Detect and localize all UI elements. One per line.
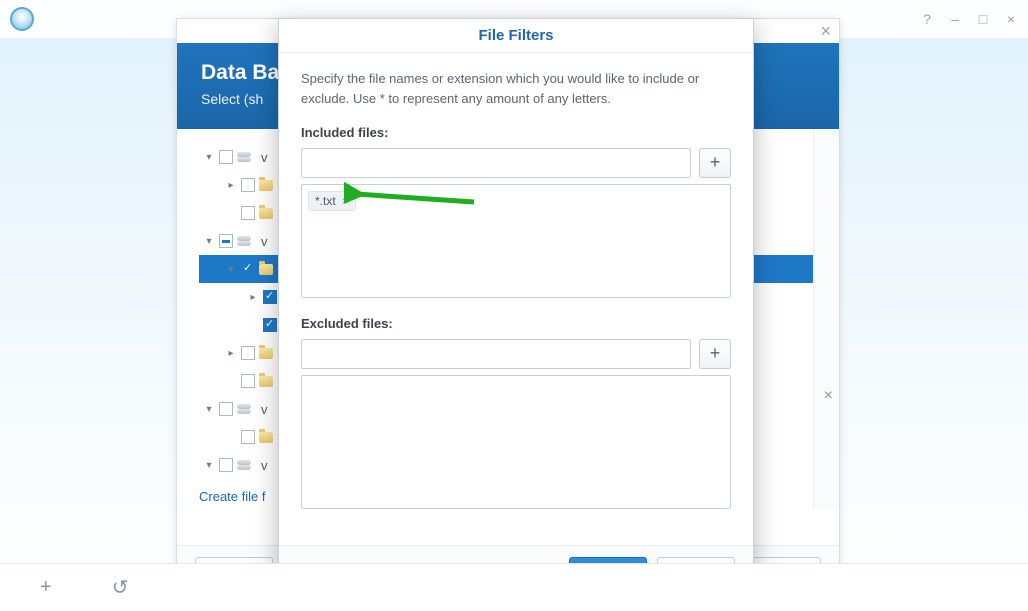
volume-icon [237, 459, 253, 471]
dialog-title: File Filters [279, 19, 753, 53]
checkbox[interactable] [241, 374, 255, 388]
filter-tag-label: *.txt [315, 194, 336, 208]
expand-icon[interactable]: ▾ [203, 404, 215, 415]
excluded-tags-box[interactable] [301, 375, 731, 509]
desktop: ? – □ × × Data Ba Select (sh ▾v▸pw▾v▾F▸▸… [0, 0, 1028, 611]
scrollbar[interactable] [813, 129, 839, 509]
minimize-icon[interactable]: – [948, 12, 962, 26]
expand-icon[interactable]: ▾ [203, 152, 215, 163]
tree-label: v [261, 402, 268, 417]
volume-icon [237, 235, 253, 247]
included-files-label: Included files: [301, 125, 731, 140]
expand-icon[interactable]: ▾ [225, 264, 237, 275]
checkbox[interactable] [219, 458, 233, 472]
folder-icon [259, 432, 273, 443]
maximize-icon[interactable]: □ [976, 12, 990, 26]
close-icon[interactable]: × [1004, 12, 1018, 26]
add-excluded-button[interactable]: + [699, 339, 731, 369]
dialog-description: Specify the file names or extension whic… [301, 69, 731, 109]
expand-icon[interactable]: ▾ [203, 460, 215, 471]
folder-icon [259, 376, 273, 387]
user-icon[interactable]: ? [920, 12, 934, 26]
file-filters-dialog: File Filters Specify the file names or e… [278, 18, 754, 598]
expand-icon[interactable]: ▸ [225, 348, 237, 359]
checkbox[interactable] [241, 178, 255, 192]
tree-label: v [261, 458, 268, 473]
checkbox[interactable] [241, 346, 255, 360]
checkbox[interactable] [241, 430, 255, 444]
add-included-button[interactable]: + [699, 148, 731, 178]
folder-icon [259, 208, 273, 219]
checkbox[interactable] [219, 234, 233, 248]
tree-label: v [261, 234, 268, 249]
checkbox[interactable] [263, 318, 277, 332]
expand-icon[interactable]: ▸ [247, 292, 259, 303]
checkbox[interactable] [263, 290, 277, 304]
clear-panel-icon[interactable]: × [824, 387, 833, 405]
expand-icon[interactable]: ▾ [203, 236, 215, 247]
add-task-icon[interactable]: + [40, 576, 52, 599]
folder-icon [259, 180, 273, 191]
create-file-filter-link[interactable]: Create file f [199, 489, 265, 504]
checkbox[interactable] [241, 262, 255, 276]
checkbox[interactable] [219, 402, 233, 416]
expand-icon[interactable]: ▸ [225, 180, 237, 191]
history-icon[interactable]: ↺ [112, 575, 129, 600]
excluded-files-label: Excluded files: [301, 316, 731, 331]
checkbox[interactable] [219, 150, 233, 164]
excluded-input[interactable] [301, 339, 691, 369]
volume-icon [237, 403, 253, 415]
checkbox[interactable] [241, 206, 255, 220]
included-tags-box[interactable]: *.txt × [301, 184, 731, 298]
folder-icon [259, 264, 273, 275]
start-button[interactable] [10, 7, 34, 31]
window-close-icon[interactable]: × [820, 22, 831, 40]
included-input[interactable] [301, 148, 691, 178]
bottom-toolbar: + ↺ [0, 563, 1028, 611]
remove-tag-icon[interactable]: × [342, 194, 349, 208]
volume-icon [237, 151, 253, 163]
folder-icon [259, 348, 273, 359]
tree-label: v [261, 150, 268, 165]
filter-tag[interactable]: *.txt × [308, 191, 356, 211]
